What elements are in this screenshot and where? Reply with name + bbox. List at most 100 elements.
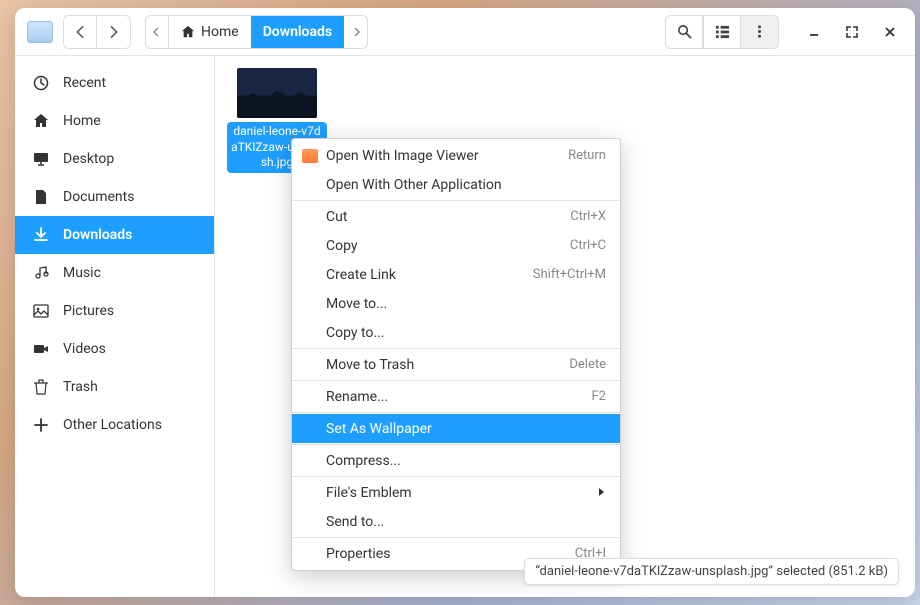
image-viewer-icon: [302, 149, 318, 163]
sidebar-item-desktop[interactable]: Desktop: [15, 140, 214, 178]
nav-group: [63, 15, 131, 49]
sidebar-item-label: Other Locations: [63, 417, 162, 433]
sidebar-item-trash[interactable]: Trash: [15, 368, 214, 406]
sidebar-item-other-locations[interactable]: Other Locations: [15, 406, 214, 444]
path-current-label: Downloads: [263, 24, 332, 40]
forward-button[interactable]: [97, 15, 131, 49]
close-button[interactable]: [873, 15, 907, 49]
back-button[interactable]: [63, 15, 97, 49]
search-icon: [677, 24, 692, 39]
chevron-left-icon: [152, 27, 162, 37]
menu-separator: [292, 200, 620, 201]
sidebar-item-label: Videos: [63, 341, 106, 357]
sidebar-item-music[interactable]: Music: [15, 254, 214, 292]
sidebar-item-recent[interactable]: Recent: [15, 64, 214, 102]
maximize-button[interactable]: [835, 15, 869, 49]
app-icon: [27, 21, 53, 43]
home-icon: [33, 113, 49, 129]
menu-copy-to[interactable]: Copy to...: [292, 318, 620, 347]
toolbar: Home Downloads: [15, 8, 915, 56]
window-controls: [797, 15, 907, 49]
menu-accel: Shift+Ctrl+M: [533, 267, 606, 282]
menu-set-as-wallpaper[interactable]: Set As Wallpaper: [292, 414, 620, 443]
sidebar-item-label: Home: [63, 113, 101, 129]
menu-files-emblem[interactable]: File's Emblem: [292, 478, 620, 507]
music-icon: [33, 265, 49, 281]
menu-label: Copy to...: [326, 325, 384, 341]
sidebar-item-home[interactable]: Home: [15, 102, 214, 140]
maximize-icon: [846, 26, 858, 38]
plus-icon: [33, 417, 49, 433]
path-segment-current[interactable]: Downloads: [251, 15, 344, 49]
menu-accel: Ctrl+C: [570, 238, 606, 253]
menu-label: Cut: [326, 209, 347, 225]
path-forward-button[interactable]: [344, 15, 368, 49]
menu-label: Properties: [326, 546, 390, 562]
home-icon: [181, 25, 195, 39]
pictures-icon: [33, 303, 49, 319]
sidebar-item-label: Music: [63, 265, 101, 281]
sidebar-item-label: Documents: [63, 189, 134, 205]
view-toggle-button[interactable]: [703, 15, 741, 49]
desktop-icon: [33, 151, 49, 167]
arrow-right-icon: [107, 25, 121, 39]
sidebar-item-label: Trash: [63, 379, 98, 395]
menu-copy[interactable]: Copy Ctrl+C: [292, 231, 620, 260]
minimize-icon: [808, 26, 820, 38]
path-segment-home[interactable]: Home: [169, 15, 251, 49]
menu-send-to[interactable]: Send to...: [292, 507, 620, 536]
menu-label: Rename...: [326, 389, 388, 405]
menu-compress[interactable]: Compress...: [292, 446, 620, 475]
close-icon: [884, 26, 896, 38]
menu-label: File's Emblem: [326, 485, 412, 501]
menu-open-with-image-viewer[interactable]: Open With Image Viewer Return: [292, 141, 620, 170]
submenu-arrow-icon: [598, 485, 606, 501]
kebab-icon: [752, 24, 767, 39]
document-icon: [33, 189, 49, 205]
menu-move-to-trash[interactable]: Move to Trash Delete: [292, 350, 620, 379]
menu-rename[interactable]: Rename... F2: [292, 382, 620, 411]
list-view-icon: [715, 24, 730, 39]
toolbar-group: [665, 15, 779, 49]
menu-accel: Ctrl+X: [570, 209, 606, 224]
file-manager-window: Home Downloads: [15, 8, 915, 597]
menu-separator: [292, 380, 620, 381]
status-text: “daniel-leone-v7daTKlZzaw-unsplash.jpg” …: [535, 564, 888, 579]
menu-label: Open With Image Viewer: [326, 148, 479, 164]
menu-label: Create Link: [326, 267, 396, 283]
chevron-right-icon: [351, 27, 361, 37]
menu-separator: [292, 537, 620, 538]
menu-accel: Delete: [569, 357, 606, 372]
arrow-left-icon: [73, 25, 87, 39]
download-icon: [33, 227, 49, 243]
videos-icon: [33, 341, 49, 357]
menu-move-to[interactable]: Move to...: [292, 289, 620, 318]
menu-separator: [292, 444, 620, 445]
sidebar-item-videos[interactable]: Videos: [15, 330, 214, 368]
menu-label: Compress...: [326, 453, 401, 469]
clock-icon: [33, 75, 49, 91]
sidebar-item-documents[interactable]: Documents: [15, 178, 214, 216]
menu-cut[interactable]: Cut Ctrl+X: [292, 202, 620, 231]
sidebar-item-pictures[interactable]: Pictures: [15, 292, 214, 330]
sidebar-item-downloads[interactable]: Downloads: [15, 216, 214, 254]
menu-open-with-other[interactable]: Open With Other Application: [292, 170, 620, 199]
menu-label: Copy: [326, 238, 358, 254]
menu-separator: [292, 348, 620, 349]
menu-label: Open With Other Application: [326, 177, 502, 193]
search-button[interactable]: [665, 15, 703, 49]
path-back-button[interactable]: [145, 15, 169, 49]
file-thumbnail: [237, 68, 317, 118]
menu-label: Move to Trash: [326, 357, 414, 373]
menu-separator: [292, 412, 620, 413]
sidebar-item-label: Pictures: [63, 303, 114, 319]
menu-button[interactable]: [741, 15, 779, 49]
menu-separator: [292, 476, 620, 477]
status-bar: “daniel-leone-v7daTKlZzaw-unsplash.jpg” …: [524, 558, 899, 585]
sidebar-item-label: Downloads: [63, 227, 132, 243]
sidebar: Recent Home Desktop Documents Downloads …: [15, 56, 215, 597]
context-menu: Open With Image Viewer Return Open With …: [291, 138, 621, 571]
menu-accel: F2: [592, 389, 607, 404]
minimize-button[interactable]: [797, 15, 831, 49]
menu-create-link[interactable]: Create Link Shift+Ctrl+M: [292, 260, 620, 289]
